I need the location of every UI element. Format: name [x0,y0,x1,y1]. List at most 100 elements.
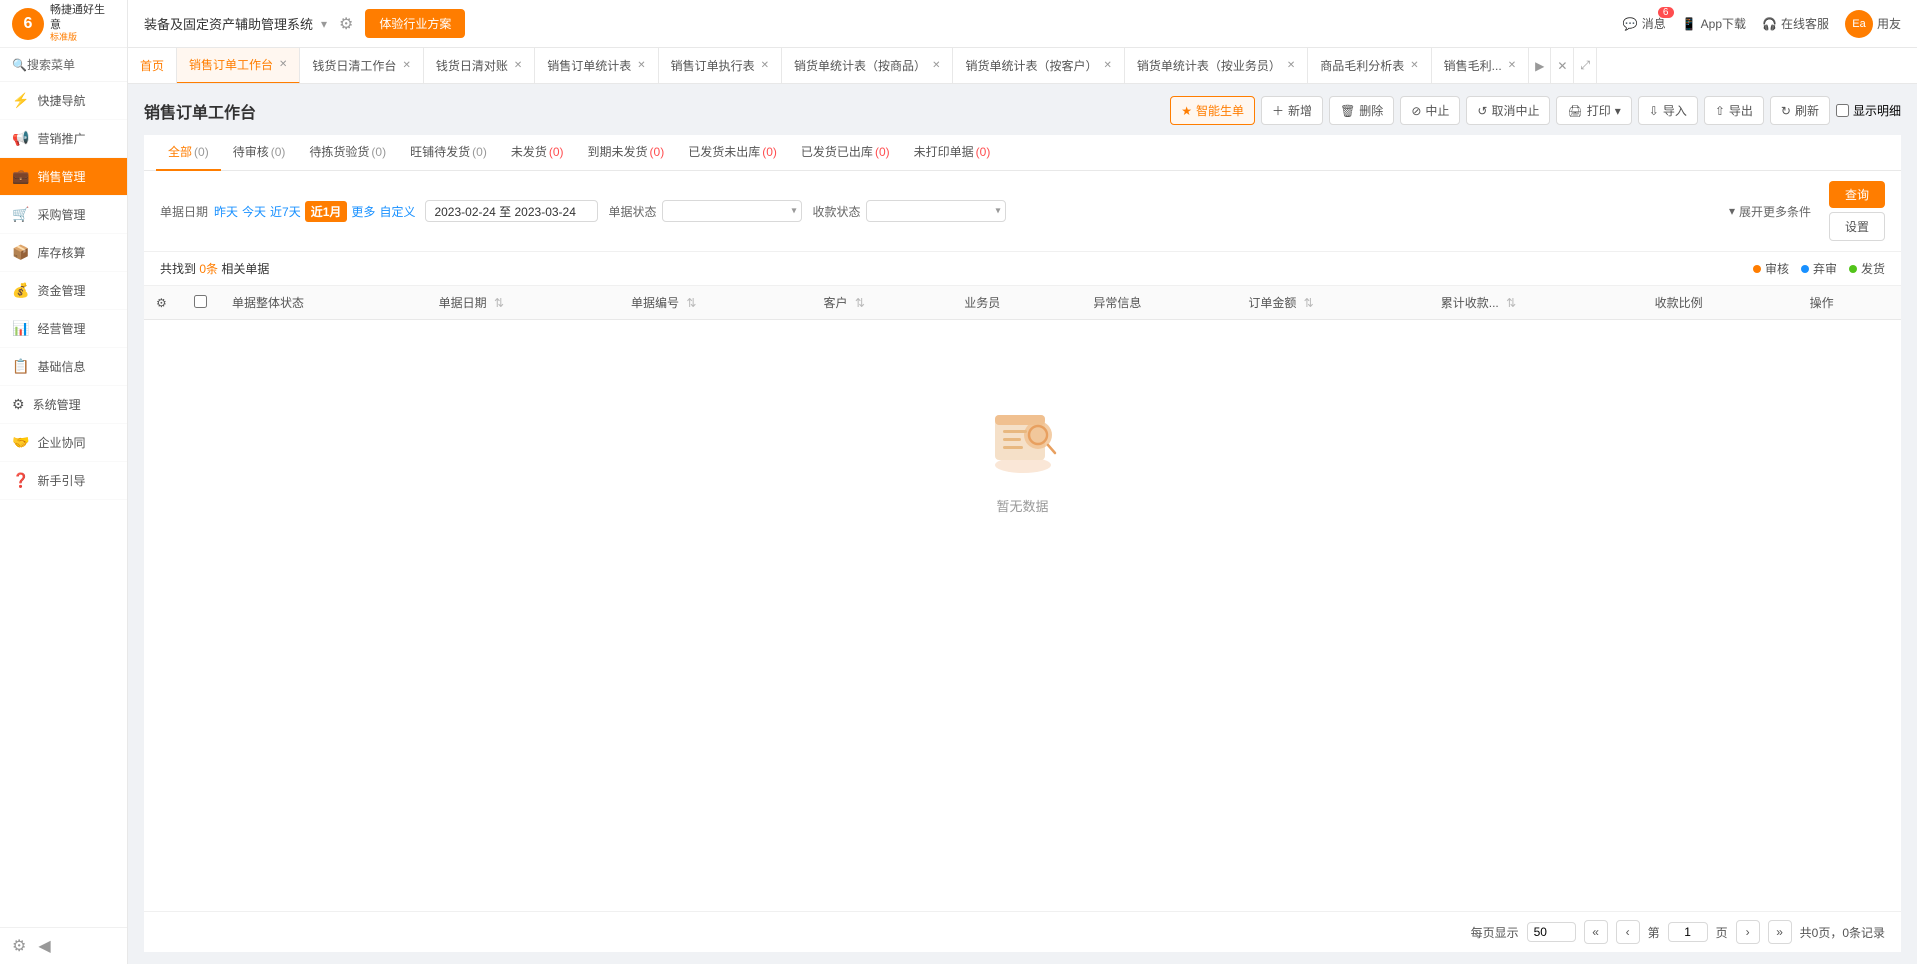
page-last-btn[interactable]: » [1768,920,1792,944]
tab-close-sales-workbench[interactable]: ✕ [279,59,287,70]
collapse-icon[interactable]: ◀ [38,936,50,956]
show-detail-checkbox[interactable]: 显示明细 [1836,102,1901,119]
number-sort-icon[interactable]: ⇅ [686,296,696,310]
th-checkbox[interactable] [180,286,220,320]
filter-tab-not-printed[interactable]: 未打印单据(0) [902,135,1003,171]
tab-close-cash-daily[interactable]: ✕ [402,60,410,71]
print-btn[interactable]: 🖨 打印 ▾ [1556,96,1631,125]
tab-sales-summary-product[interactable]: 销货单统计表（按商品） ✕ [782,48,953,84]
th-collected[interactable]: 累计收款... ⇅ [1429,286,1643,320]
query-btn[interactable]: 查询 [1829,181,1885,208]
sidebar-item-inventory[interactable]: 📦 库存核算 [0,234,127,272]
tab-sales-stats[interactable]: 销售订单统计表 ✕ [535,48,658,84]
tab-sales-workbench[interactable]: 销售订单工作台 ✕ [177,48,300,84]
show-detail-input[interactable] [1836,104,1849,117]
tab-close-margin-analysis[interactable]: ✕ [1410,60,1418,71]
filter-tab-pending-inspect[interactable]: 待拣货验货(0) [297,135,398,171]
settings-icon[interactable]: ⚙ [12,936,26,956]
filter-tab-wangpu[interactable]: 旺铺待发货(0) [398,135,499,171]
sidebar-item-quick-nav[interactable]: ⚡ 快捷导航 [0,82,127,120]
new-btn[interactable]: ＋ 新增 [1261,96,1323,125]
cancel-review-action[interactable]: 弃审 [1801,260,1837,277]
app-download-btn[interactable]: 📱 App下载 [1682,15,1746,32]
filter-tab-pending-review[interactable]: 待审核(0) [221,135,298,171]
customer-sort-icon[interactable]: ⇅ [855,296,865,310]
date-today[interactable]: 今天 [242,203,266,220]
payment-select[interactable] [866,200,1006,222]
tab-close-cash-reconcile[interactable]: ✕ [514,60,522,71]
sidebar-item-finance[interactable]: 💰 资金管理 [0,272,127,310]
tab-sales-exec[interactable]: 销售订单执行表 ✕ [659,48,782,84]
refresh-btn[interactable]: ↻ 刷新 [1770,96,1830,125]
th-number[interactable]: 单据编号 ⇅ [619,286,811,320]
amount-sort-icon[interactable]: ⇅ [1304,296,1314,310]
tab-close-sales-more[interactable]: ✕ [1508,60,1516,71]
sidebar-item-enterprise[interactable]: 🤝 企业协同 [0,424,127,462]
tab-close-sales-stats[interactable]: ✕ [637,60,645,71]
empty-state: 暂无数据 [144,320,1901,575]
system-dropdown-arrow[interactable]: ▾ [321,17,327,31]
select-all-checkbox[interactable] [194,295,207,308]
th-date[interactable]: 单据日期 ⇅ [427,286,619,320]
set-btn[interactable]: 设置 [1829,212,1885,241]
smart-create-btn[interactable]: ★ 智能生单 [1170,96,1255,125]
tab-margin-analysis[interactable]: 商品毛利分析表 ✕ [1308,48,1431,84]
tab-close-sales-summary-product[interactable]: ✕ [932,60,940,71]
tab-close-sales-summary-customer[interactable]: ✕ [1103,60,1111,71]
suspend-btn[interactable]: ⊘ 中止 [1400,96,1460,125]
page-prev-btn[interactable]: ‹ [1616,920,1640,944]
date-7days[interactable]: 近7天 [270,203,301,220]
collected-sort-icon[interactable]: ⇅ [1506,296,1516,310]
tab-sales-summary-staff[interactable]: 销货单统计表（按业务员） ✕ [1125,48,1308,84]
sidebar-item-operations[interactable]: 📊 经营管理 [0,310,127,348]
status-select[interactable] [662,200,802,222]
th-amount[interactable]: 订单金额 ⇅ [1236,286,1428,320]
sidebar-item-guide[interactable]: ❓ 新手引导 [0,462,127,500]
expand-filter-btn[interactable]: ▾ 展开更多条件 [1729,203,1811,220]
date-1month[interactable]: 近1月 [305,201,348,222]
th-settings[interactable]: ⚙ [144,286,180,320]
tab-maximize[interactable]: ⤢ [1574,48,1597,84]
tab-sales-more[interactable]: 销售毛利... ✕ [1432,48,1529,84]
sidebar-item-system[interactable]: ⚙ 系统管理 [0,386,127,424]
filter-tab-not-shipped[interactable]: 未发货(0) [499,135,576,171]
tab-scroll-right[interactable]: ▶ [1529,48,1551,84]
sidebar-item-marketing[interactable]: 📢 营销推广 [0,120,127,158]
date-more[interactable]: 更多 [351,203,375,220]
date-range-input[interactable] [425,200,598,222]
tab-close-sales-summary-staff[interactable]: ✕ [1287,60,1295,71]
tab-close-all[interactable]: ✕ [1551,48,1574,84]
filter-tab-shipped-not-in[interactable]: 已发货未出库(0) [676,135,789,171]
import-btn[interactable]: ⇩ 导入 [1638,96,1698,125]
th-customer[interactable]: 客户 ⇅ [811,286,952,320]
cancel-suspend-btn[interactable]: ↺ 取消中止 [1466,96,1550,125]
tab-cash-reconcile[interactable]: 钱货日清对账 ✕ [424,48,535,84]
filter-tab-overdue[interactable]: 到期未发货(0) [576,135,677,171]
date-custom[interactable]: 自定义 [379,203,415,220]
tab-cash-daily[interactable]: 钱货日清工作台 ✕ [300,48,423,84]
online-service-btn[interactable]: 🎧 在线客服 [1762,15,1829,32]
date-yesterday[interactable]: 昨天 [214,203,238,220]
date-sort-icon[interactable]: ⇅ [494,296,504,310]
sidebar-item-search[interactable]: 🔍 搜索菜单 [0,48,127,82]
sidebar-item-base-info[interactable]: 📋 基础信息 [0,348,127,386]
experience-btn[interactable]: 体验行业方案 [365,9,465,38]
user-area[interactable]: Ea 用友 [1845,10,1901,38]
review-action[interactable]: 审核 [1753,260,1789,277]
message-btn[interactable]: 💬 消息 6 [1623,15,1666,32]
page-number-input[interactable] [1668,922,1708,942]
tab-home[interactable]: 首页 [128,48,177,84]
ship-action[interactable]: 发货 [1849,260,1885,277]
page-first-btn[interactable]: « [1584,920,1608,944]
sidebar-item-purchase[interactable]: 🛒 采购管理 [0,196,127,234]
tab-close-sales-exec[interactable]: ✕ [761,60,769,71]
delete-btn[interactable]: 🗑 删除 [1329,96,1394,125]
filter-tab-all[interactable]: 全部(0) [156,135,221,171]
system-settings-icon[interactable]: ⚙ [339,14,353,34]
page-next-btn[interactable]: › [1736,920,1760,944]
export-btn[interactable]: ⇧ 导出 [1704,96,1764,125]
tab-sales-summary-customer[interactable]: 销货单统计表（按客户） ✕ [953,48,1124,84]
filter-tab-shipped-out[interactable]: 已发货已出库(0) [789,135,902,171]
sidebar-item-sales[interactable]: 💼 销售管理 [0,158,127,196]
page-size-select[interactable]: 50 10 20 100 [1527,922,1576,942]
